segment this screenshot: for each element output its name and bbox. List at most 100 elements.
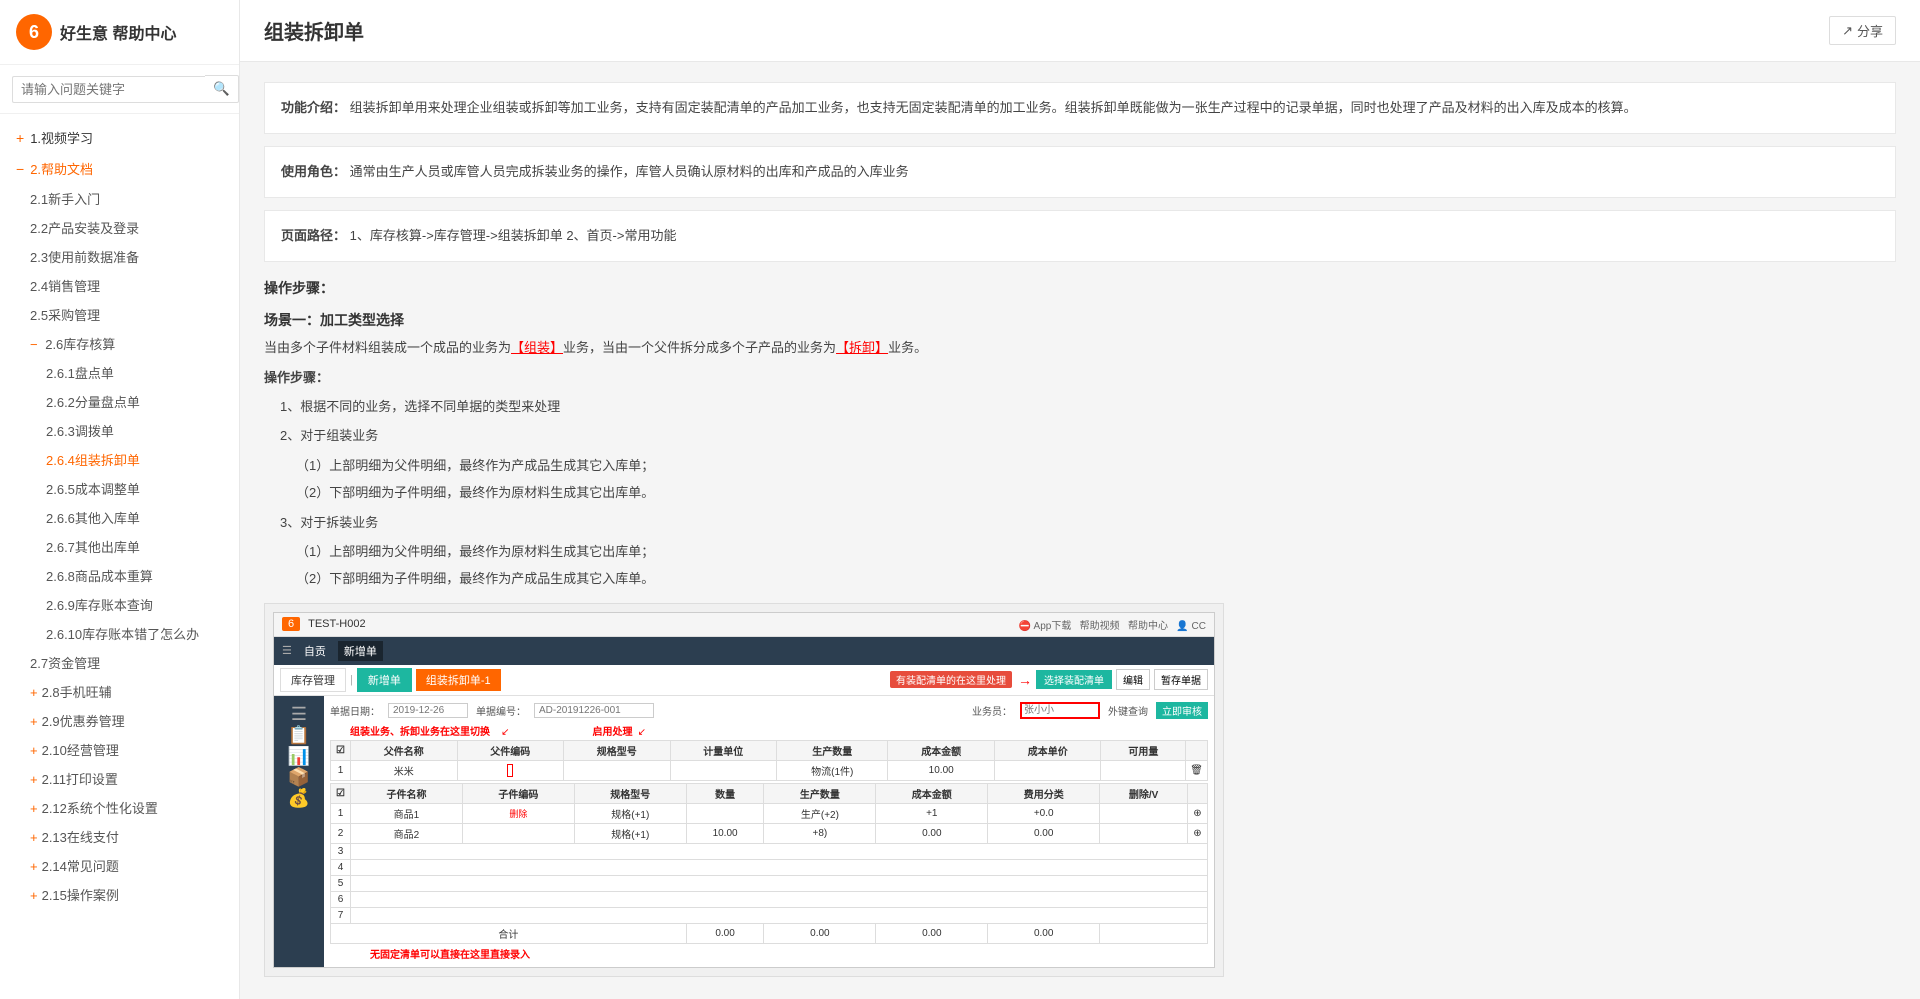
ss-nav-new[interactable]: 新增单: [338, 641, 383, 661]
minus-icon-inventory: −: [30, 337, 38, 352]
sidebar-item-outbound[interactable]: 2.6.7其他出库单: [46, 532, 239, 561]
col-child-category: 费用分类: [988, 783, 1100, 803]
sidebar-item-costadj[interactable]: 2.6.5成本调整单: [46, 474, 239, 503]
step2: 2、对于组装业务: [280, 424, 1896, 447]
ss-edit-btn[interactable]: 编辑: [1116, 669, 1150, 690]
sidebar-item-purchase[interactable]: 2.5采购管理: [30, 300, 239, 329]
col-spec: 规格型号: [564, 740, 671, 760]
ss-form-row1: 单据日期： 单据编号： 业务员： 外键查询 立即审核: [330, 702, 1208, 719]
ss-body: ☰📋📊📦💰 单据日期： 单据编号： 业务员：: [274, 696, 1214, 967]
sidebar-item-dataprep[interactable]: 2.3使用前数据准备: [30, 242, 239, 271]
ss-annotation2: 组装业务、拆卸业务在这里切换: [350, 727, 490, 738]
ss-nav-home: 自贡: [298, 641, 332, 661]
ss-sidebar-icons: ☰📋📊📦💰: [274, 704, 324, 809]
disassembly-term: 【拆卸】: [836, 340, 888, 355]
assembly-term: 【组装】: [511, 340, 563, 355]
table-row: 1 商品1 删除 规格(+1) 生产(+2) +1 +0.0 ⊕: [331, 803, 1208, 823]
sidebar-item-ops[interactable]: +2.10经营管理: [30, 735, 239, 764]
docs-submenu: 2.1新手入门 2.2产品安装及登录 2.3使用前数据准备 2.4销售管理 2.…: [0, 184, 239, 909]
table-row: 6: [331, 891, 1208, 907]
main-content: 功能介绍： 组装拆卸单用来处理企业组装或拆卸等加工业务，支持有固定装配清单的产品…: [240, 62, 1920, 999]
ss-assembly-btn[interactable]: 组装拆卸单-1: [416, 669, 501, 691]
sidebar-item-docs[interactable]: − 2.帮助文档: [0, 153, 239, 184]
sidebar-item-cases[interactable]: +2.15操作案例: [30, 880, 239, 909]
ss-save-btn[interactable]: 暂存单据: [1154, 669, 1208, 690]
ss-topbar: 6 TEST-H002 ⛔ App下载 帮助视频 帮助中心 👤 CC: [274, 613, 1214, 637]
share-button[interactable]: ↗ 分享: [1829, 16, 1896, 45]
col-child-cost: 成本金额: [876, 783, 988, 803]
ss-find-label: 外键查询: [1108, 703, 1148, 718]
sidebar-item-onlinepay[interactable]: +2.13在线支付: [30, 822, 239, 851]
col-child-qty: 数量: [686, 783, 764, 803]
sidebar: 6 好生意 帮助中心 🔍 + 1.视频学习 − 2.帮助文档 2.1新手入门 2…: [0, 0, 240, 999]
ss-person-input[interactable]: [1020, 702, 1100, 719]
ss-topbar-links: ⛔ App下载 帮助视频 帮助中心 👤 CC: [1019, 617, 1206, 632]
sidebar-item-stockcheck2[interactable]: 2.6.2分量盘点单: [46, 387, 239, 416]
ss-num-input[interactable]: [534, 703, 654, 718]
col-parent-code: 父件编码: [457, 740, 564, 760]
table-row: 3: [331, 843, 1208, 859]
ss-date-input[interactable]: [388, 703, 468, 718]
col-action: [1186, 740, 1208, 760]
sidebar-item-transfer[interactable]: 2.6.3调拨单: [46, 416, 239, 445]
sidebar-item-sales[interactable]: 2.4销售管理: [30, 271, 239, 300]
sidebar-item-ledgererr[interactable]: 2.6.10库存账本错了怎么办: [46, 619, 239, 648]
ss-nav-icon: ☰: [282, 644, 292, 657]
sidebar-item-finance[interactable]: 2.7资金管理: [30, 648, 239, 677]
ops-steps-label: 操作步骤：: [264, 366, 1896, 389]
sidebar-item-install[interactable]: 2.2产品安装及登录: [30, 213, 239, 242]
sidebar-item-inventory[interactable]: − 2.6库存核算: [30, 329, 239, 358]
logo-text: 好生意 帮助中心: [60, 20, 176, 44]
sidebar-item-costrecalc[interactable]: 2.6.8商品成本重算: [46, 561, 239, 590]
sidebar-item-newbie[interactable]: 2.1新手入门: [30, 184, 239, 213]
intro-block: 功能介绍： 组装拆卸单用来处理企业组装或拆卸等加工业务，支持有固定装配清单的产品…: [264, 82, 1896, 134]
page-title: 组装拆卸单: [264, 16, 364, 45]
sidebar-item-ledger[interactable]: 2.6.9库存账本查询: [46, 590, 239, 619]
path-text: 1、库存核算->库存管理->组装拆卸单 2、首页->常用功能: [350, 228, 677, 243]
step3-2: （2）下部明细为子件明细，最终作为产成品生成其它入库单。: [296, 567, 1896, 590]
search-button[interactable]: 🔍: [205, 75, 239, 103]
arrow-icon2: ↙: [501, 727, 509, 738]
table-row: 1 米米 物流(1件) 10.00 🗑: [331, 760, 1208, 780]
ss-annotation1: 有装配清单的在这里处理: [890, 671, 1012, 688]
sidebar-item-faq[interactable]: +2.14常见问题: [30, 851, 239, 880]
table-row: 2 商品2 规格(+1) 10.00 +8) 0.00 0.00 ⊕: [331, 823, 1208, 843]
col-parent-name: 父件名称: [351, 740, 458, 760]
sidebar-item-coupon[interactable]: +2.9优惠券管理: [30, 706, 239, 735]
role-text: 通常由生产人员或库管人员完成拆装业务的操作，库管人员确认原材料的出库和产成品的入…: [350, 164, 909, 179]
ss-left-sidebar: ☰📋📊📦💰: [274, 696, 324, 967]
arrow-icon3: ↙: [638, 727, 646, 738]
ss-num-label: 单据编号：: [476, 703, 526, 718]
sidebar-item-inbound[interactable]: 2.6.6其他入库单: [46, 503, 239, 532]
role-block: 使用角色： 通常由生产人员或库管人员完成拆装业务的操作，库管人员确认原材料的出库…: [264, 146, 1896, 198]
sidebar-item-video[interactable]: + 1.视频学习: [0, 122, 239, 153]
ss-logo: 6: [282, 617, 300, 631]
col-child-del: 删除/V: [1100, 783, 1188, 803]
table-row: 4: [331, 859, 1208, 875]
intro-text: 组装拆卸单用来处理企业组装或拆卸等加工业务，支持有固定装配清单的产品加工业务，也…: [350, 100, 1637, 115]
ss-tab-new[interactable]: 新增单: [357, 668, 412, 692]
ss-confirm-btn[interactable]: 立即审核: [1156, 702, 1208, 719]
sidebar-item-print[interactable]: +2.11打印设置: [30, 764, 239, 793]
scene1-label: 场景一：加工类型选择: [264, 310, 1896, 330]
scene1-desc: 当由多个子件材料组装成一个成品的业务为【组装】业务，当由一个父件拆分成多个子产品…: [264, 336, 1896, 359]
table-row: 7: [331, 907, 1208, 923]
ss-select-btn[interactable]: 选择装配清单: [1036, 670, 1112, 689]
sidebar-item-mobile[interactable]: +2.8手机旺辅: [30, 677, 239, 706]
ss-main-content: 单据日期： 单据编号： 业务员： 外键查询 立即审核 组装业: [324, 696, 1214, 967]
col-child-spec: 规格型号: [574, 783, 686, 803]
ss-annotation4: 无固定清单可以直接在这里直接录入: [370, 946, 1208, 961]
sidebar-item-stockcheck[interactable]: 2.6.1盘点单: [46, 358, 239, 387]
col-child-name: 子件名称: [351, 783, 463, 803]
sidebar-item-personalize[interactable]: +2.12系统个性化设置: [30, 793, 239, 822]
search-input[interactable]: [12, 76, 205, 103]
screenshot-container: 6 TEST-H002 ⛔ App下载 帮助视频 帮助中心 👤 CC ☰ 自贡 …: [264, 603, 1224, 977]
ss-tab-inventory[interactable]: 库存管理: [280, 668, 346, 692]
ss-parent-table: ☑ 父件名称 父件编码 规格型号 计量单位 生产数量 成本金额 成本单价 可用量: [330, 740, 1208, 781]
ss-annotation-row: 组装业务、拆卸业务在这里切换 ↙ 启用处理 ↙: [330, 723, 1208, 738]
ss-date-label: 单据日期：: [330, 703, 380, 718]
col-unit: 计量单位: [670, 740, 777, 760]
nav-list: + 1.视频学习 − 2.帮助文档 2.1新手入门 2.2产品安装及登录 2.3…: [0, 114, 239, 999]
col-child-ext: [1188, 783, 1208, 803]
sidebar-item-assembly[interactable]: 2.6.4组装拆卸单: [46, 445, 239, 474]
